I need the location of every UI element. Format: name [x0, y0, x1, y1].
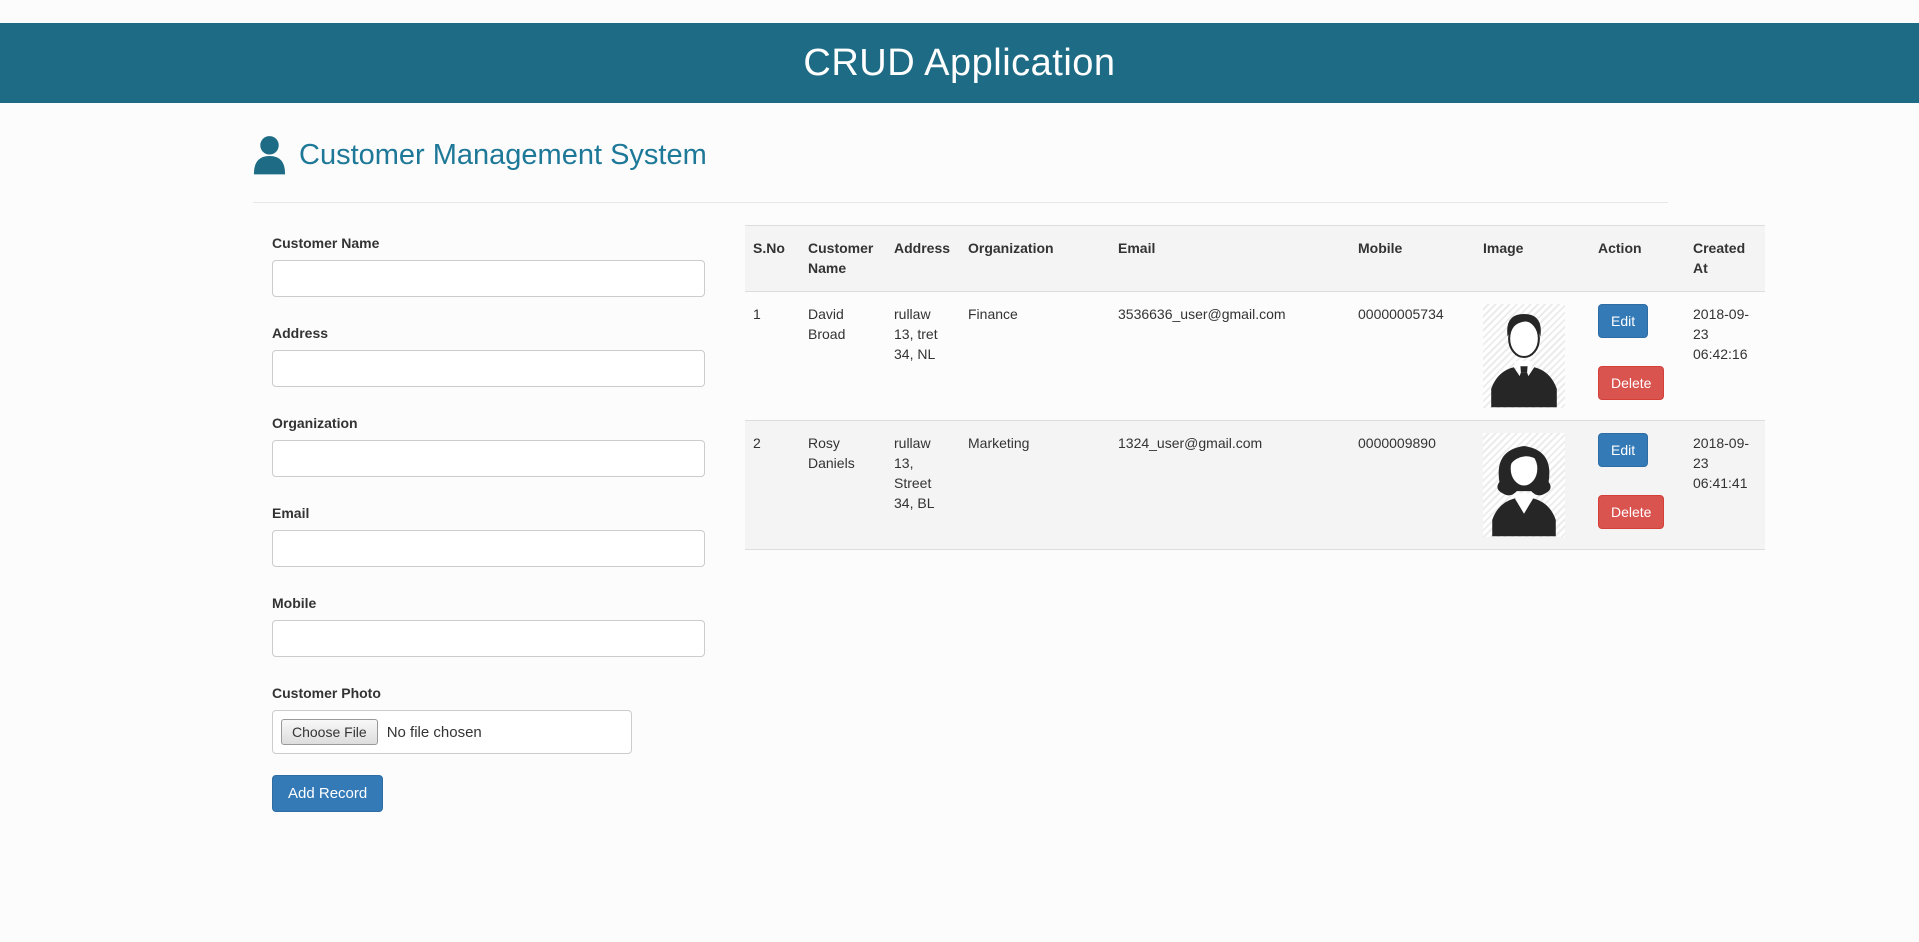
- col-header-mobile: Mobile: [1350, 226, 1475, 292]
- table-header-row: S.No Customer Name Address Organization …: [745, 226, 1765, 292]
- mobile-group: Mobile: [272, 595, 705, 657]
- cell-address: rullaw 13, Street 34, BL: [886, 420, 960, 549]
- customers-table-wrapper: S.No Customer Name Address Organization …: [745, 225, 1765, 812]
- cell-image: [1475, 291, 1590, 420]
- table-row: 2 Rosy Daniels rullaw 13, Street 34, BL …: [745, 420, 1765, 549]
- col-header-email: Email: [1110, 226, 1350, 292]
- cell-action: Edit Delete: [1590, 291, 1685, 420]
- cell-organization: Finance: [960, 291, 1110, 420]
- col-header-action: Action: [1590, 226, 1685, 292]
- customer-name-input[interactable]: [272, 260, 705, 297]
- choose-file-button[interactable]: Choose File: [281, 719, 378, 745]
- cell-created-at: 2018-09-23 06:42:16: [1685, 291, 1765, 420]
- customer-name-group: Customer Name: [272, 235, 705, 297]
- customers-table: S.No Customer Name Address Organization …: [745, 225, 1765, 550]
- col-header-address: Address: [886, 226, 960, 292]
- customer-name-label: Customer Name: [272, 235, 705, 251]
- male-avatar-icon: [1483, 304, 1565, 408]
- edit-button[interactable]: Edit: [1598, 433, 1648, 467]
- delete-button[interactable]: Delete: [1598, 366, 1664, 400]
- heading-divider: [253, 202, 1668, 203]
- organization-input[interactable]: [272, 440, 705, 477]
- cell-image: [1475, 420, 1590, 549]
- col-header-image: Image: [1475, 226, 1590, 292]
- email-label: Email: [272, 505, 705, 521]
- app-header: CRUD Application: [0, 23, 1919, 103]
- page-heading: Customer Management System: [253, 133, 1765, 177]
- customer-form: Customer Name Address Organization Email…: [272, 225, 705, 812]
- email-input[interactable]: [272, 530, 705, 567]
- delete-button[interactable]: Delete: [1598, 495, 1664, 529]
- cell-customer-name: Rosy Daniels: [800, 420, 886, 549]
- cell-action: Edit Delete: [1590, 420, 1685, 549]
- col-header-customer-name: Customer Name: [800, 226, 886, 292]
- col-header-organization: Organization: [960, 226, 1110, 292]
- col-header-sno: S.No: [745, 226, 800, 292]
- mobile-input[interactable]: [272, 620, 705, 657]
- edit-button[interactable]: Edit: [1598, 304, 1648, 338]
- main-content: Customer Management System Customer Name…: [253, 133, 1765, 812]
- cell-mobile: 00000005734: [1350, 291, 1475, 420]
- mobile-label: Mobile: [272, 595, 705, 611]
- table-row: 1 David Broad rullaw 13, tret 34, NL Fin…: [745, 291, 1765, 420]
- app-title: CRUD Application: [803, 42, 1115, 85]
- col-header-created-at: Created At: [1685, 226, 1765, 292]
- email-group: Email: [272, 505, 705, 567]
- file-status-text: No file chosen: [387, 724, 482, 741]
- customer-photo-label: Customer Photo: [272, 685, 705, 701]
- user-icon: [253, 135, 286, 175]
- cell-address: rullaw 13, tret 34, NL: [886, 291, 960, 420]
- customer-photo-group: Customer Photo Choose File No file chose…: [272, 685, 705, 754]
- female-avatar-icon: [1483, 433, 1565, 537]
- cell-sno: 1: [745, 291, 800, 420]
- organization-group: Organization: [272, 415, 705, 477]
- address-input[interactable]: [272, 350, 705, 387]
- add-record-button[interactable]: Add Record: [272, 775, 383, 812]
- address-label: Address: [272, 325, 705, 341]
- address-group: Address: [272, 325, 705, 387]
- cell-sno: 2: [745, 420, 800, 549]
- cell-customer-name: David Broad: [800, 291, 886, 420]
- cell-email: 3536636_user@gmail.com: [1110, 291, 1350, 420]
- cell-email: 1324_user@gmail.com: [1110, 420, 1350, 549]
- cell-mobile: 0000009890: [1350, 420, 1475, 549]
- organization-label: Organization: [272, 415, 705, 431]
- customer-photo-input[interactable]: Choose File No file chosen: [272, 710, 632, 754]
- page-title: Customer Management System: [299, 133, 707, 177]
- cell-organization: Marketing: [960, 420, 1110, 549]
- cell-created-at: 2018-09-23 06:41:41: [1685, 420, 1765, 549]
